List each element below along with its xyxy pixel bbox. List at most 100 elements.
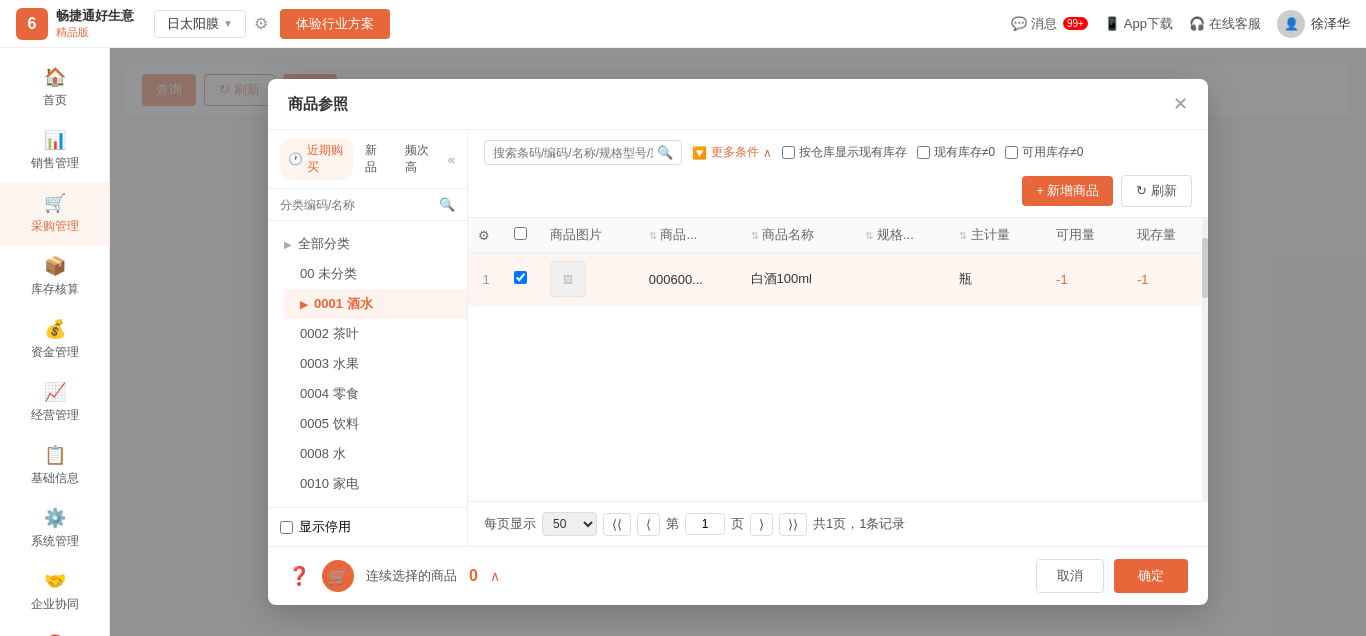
collapse-icon[interactable]: « xyxy=(448,152,455,167)
tree-item-water[interactable]: 0008 水 xyxy=(284,439,467,469)
sidebar-item-system[interactable]: ⚙️ 系统管理 xyxy=(0,497,109,560)
sales-icon: 📊 xyxy=(44,129,66,151)
category-search-input[interactable] xyxy=(280,198,435,212)
last-page-btn[interactable]: ⟩⟩ xyxy=(779,513,807,536)
table-scrollbar-thumb[interactable] xyxy=(1202,238,1208,298)
product-search-input[interactable] xyxy=(493,146,653,160)
prev-page-btn[interactable]: ⟨ xyxy=(637,513,660,536)
filter-btn[interactable]: 🔽 更多条件 ∧ xyxy=(692,144,772,161)
col-name-header[interactable]: ⇅ 商品名称 xyxy=(741,218,856,253)
modal-overlay: 商品参照 ✕ 🕐 近期购买 新品 xyxy=(110,48,1366,636)
sidebar-item-inventory[interactable]: 📦 库存核算 xyxy=(0,245,109,308)
col-spec-header[interactable]: ⇅ 规格... xyxy=(855,218,949,253)
page-size-select[interactable]: 50 10 20 100 xyxy=(542,512,597,536)
search-icon[interactable]: 🔍 xyxy=(657,145,673,160)
message-btn[interactable]: 💬 消息 99+ xyxy=(1011,15,1088,33)
left-tab-frequent[interactable]: 频次高 xyxy=(397,138,444,180)
available-stock-checkbox[interactable] xyxy=(1005,146,1018,159)
cart-chevron-icon[interactable]: ∧ xyxy=(490,568,500,584)
right-panel: 🔍 🔽 更多条件 ∧ 按仓库显示现有库存 xyxy=(468,130,1208,546)
tree-item-all[interactable]: ▶ 全部分类 xyxy=(268,229,467,259)
left-panel-tabs: 🕐 近期购买 新品 频次高 « xyxy=(268,130,467,189)
product-table-wrapper: ⚙ 商品图片 ⇅ 商品... xyxy=(468,218,1208,501)
col-unit-header[interactable]: ⇅ 主计量 xyxy=(949,218,1046,253)
logo-area: 6 畅捷通好生意 精品版 xyxy=(16,7,134,40)
gear-icon[interactable]: ⚙ xyxy=(254,14,268,33)
cell-checkbox[interactable] xyxy=(504,253,540,306)
help-icon[interactable]: ❓ xyxy=(288,565,310,587)
basics-icon: 📋 xyxy=(44,444,66,466)
left-tab-new[interactable]: 新品 xyxy=(357,138,393,180)
select-all-checkbox[interactable] xyxy=(514,227,527,240)
show-disabled-checkbox[interactable] xyxy=(280,521,293,534)
nav-selector[interactable]: 日太阳膜 ▼ xyxy=(154,10,246,38)
app-icon: 📱 xyxy=(1104,16,1120,31)
col-checkbox-header[interactable] xyxy=(504,218,540,253)
sidebar-item-sales[interactable]: 📊 销售管理 xyxy=(0,119,109,182)
tree-item-appliance[interactable]: 0010 家电 xyxy=(284,469,467,499)
page-number-input[interactable] xyxy=(685,513,725,535)
sidebar: 🏠 首页 📊 销售管理 🛒 采购管理 📦 库存核算 💰 资金管理 📈 经营管理 … xyxy=(0,48,110,636)
category-search-icon[interactable]: 🔍 xyxy=(439,197,455,212)
app-download-btn[interactable]: 📱 App下载 xyxy=(1104,15,1173,33)
cell-stock: -1 xyxy=(1127,253,1208,306)
exp-btn[interactable]: 体验行业方案 xyxy=(280,9,390,39)
message-badge: 99+ xyxy=(1063,17,1088,30)
cancel-btn[interactable]: 取消 xyxy=(1036,559,1104,593)
col-available-header: 可用量 xyxy=(1046,218,1127,253)
sidebar-item-home[interactable]: 🏠 首页 xyxy=(0,56,109,119)
table-scrollbar[interactable] xyxy=(1202,218,1208,501)
clock-icon: 🕐 xyxy=(288,152,303,166)
modal-footer: ❓ 🛒 连续选择的商品 0 ∧ 取消 确定 xyxy=(268,546,1208,605)
active-expand-icon: ▶ xyxy=(300,299,308,310)
sort-unit-icon: ⇅ xyxy=(959,230,967,241)
checkbox-available-stock[interactable]: 可用库存≠0 xyxy=(1005,144,1083,161)
right-toolbar: 🔍 🔽 更多条件 ∧ 按仓库显示现有库存 xyxy=(468,130,1208,218)
tree-item-beverage[interactable]: 0005 饮料 xyxy=(284,409,467,439)
tree-item-uncategorized[interactable]: 00 未分类 xyxy=(284,259,467,289)
row-checkbox[interactable] xyxy=(514,271,527,284)
next-page-btn[interactable]: ⟩ xyxy=(750,513,773,536)
col-settings[interactable]: ⚙ xyxy=(468,218,504,253)
tree-item-fruit[interactable]: 0003 水果 xyxy=(284,349,467,379)
sort-name-icon: ⇅ xyxy=(751,230,759,241)
finance-icon: 💰 xyxy=(44,318,66,340)
sidebar-item-collab[interactable]: 🤝 企业协同 xyxy=(0,560,109,623)
sort-spec-icon: ⇅ xyxy=(865,230,873,241)
cart-area[interactable]: 🛒 xyxy=(322,560,354,592)
table-row[interactable]: 1 🖼 000600... 白酒100ml 瓶 xyxy=(468,253,1208,306)
tree-item-tea[interactable]: 0002 茶叶 xyxy=(284,319,467,349)
sidebar-item-finance[interactable]: 💰 资金管理 xyxy=(0,308,109,371)
user-avatar-area[interactable]: 👤 徐泽华 xyxy=(1277,10,1350,38)
cell-name: 白酒100ml xyxy=(741,253,856,306)
warehouse-stock-checkbox[interactable] xyxy=(782,146,795,159)
main-layout: 🏠 首页 📊 销售管理 🛒 采购管理 📦 库存核算 💰 资金管理 📈 经营管理 … xyxy=(0,48,1366,636)
sidebar-item-operations[interactable]: 📈 经营管理 xyxy=(0,371,109,434)
tree-item-snack[interactable]: 0004 零食 xyxy=(284,379,467,409)
checkbox-current-stock[interactable]: 现有库存≠0 xyxy=(917,144,995,161)
sidebar-item-basics[interactable]: 📋 基础信息 xyxy=(0,434,109,497)
modal-close-btn[interactable]: ✕ xyxy=(1173,93,1188,115)
sidebar-item-guide[interactable]: 🎯 新手引导 xyxy=(0,623,109,636)
col-image-header: 商品图片 xyxy=(540,218,639,253)
cell-num: 1 xyxy=(468,253,504,306)
col-code-header[interactable]: ⇅ 商品... xyxy=(639,218,741,253)
sidebar-item-purchase[interactable]: 🛒 采购管理 xyxy=(0,182,109,245)
online-service-btn[interactable]: 🎧 在线客服 xyxy=(1189,15,1261,33)
inventory-icon: 📦 xyxy=(44,255,66,277)
left-panel-tree: ▶ 全部分类 00 未分类 ▶ 0001 酒水 xyxy=(268,221,467,507)
modal-title: 商品参照 xyxy=(288,95,348,114)
confirm-btn[interactable]: 确定 xyxy=(1114,559,1188,593)
expand-icon: ▶ xyxy=(284,239,292,250)
current-stock-checkbox[interactable] xyxy=(917,146,930,159)
checkbox-warehouse-stock[interactable]: 按仓库显示现有库存 xyxy=(782,144,907,161)
table-header-row: ⚙ 商品图片 ⇅ 商品... xyxy=(468,218,1208,253)
refresh-btn[interactable]: ↻ 刷新 xyxy=(1121,175,1192,207)
modal: 商品参照 ✕ 🕐 近期购买 新品 xyxy=(268,79,1208,605)
tree-item-liquor[interactable]: ▶ 0001 酒水 xyxy=(284,289,467,319)
left-tab-recent[interactable]: 🕐 近期购买 xyxy=(280,138,353,180)
first-page-btn[interactable]: ⟨⟨ xyxy=(603,513,631,536)
left-panel-footer: 显示停用 xyxy=(268,507,467,546)
tree-sub: 00 未分类 ▶ 0001 酒水 0002 茶叶 0 xyxy=(268,259,467,499)
add-product-btn[interactable]: + 新增商品 xyxy=(1022,176,1113,206)
